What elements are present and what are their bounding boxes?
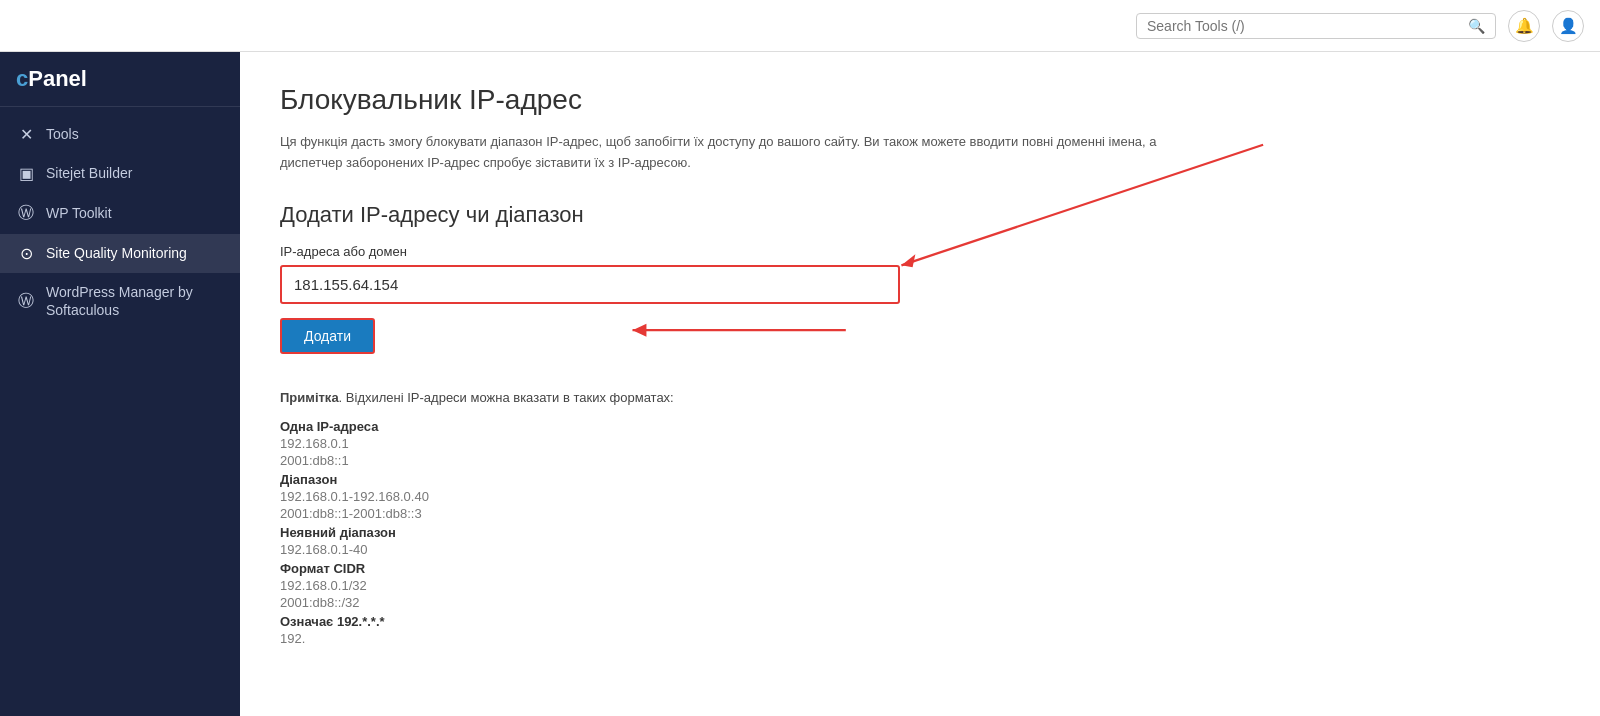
search-bar[interactable]: 🔍 <box>1136 13 1496 39</box>
format-cidr-ex1: 192.168.0.1/32 <box>280 578 1560 593</box>
main-content: Блокувальник IP-адрес Ця функція дасть з… <box>240 52 1600 716</box>
site-quality-icon: ⊙ <box>16 244 36 263</box>
sitejet-icon: ▣ <box>16 164 36 183</box>
add-button[interactable]: Додати <box>280 318 375 354</box>
format-wildcard: Означає 192.*.*.* 192. <box>280 614 1560 646</box>
format-single-ip-title: Одна IP-адреса <box>280 419 1560 434</box>
user-icon: 👤 <box>1559 17 1578 35</box>
tools-icon: ✕ <box>16 125 36 144</box>
wp-toolkit-icon: Ⓦ <box>16 203 36 224</box>
add-button-container: Додати <box>280 318 1560 372</box>
format-single-ip-ex2: 2001:db8::1 <box>280 453 1560 468</box>
format-single-ip: Одна IP-адреса 192.168.0.1 2001:db8::1 <box>280 419 1560 468</box>
search-input[interactable] <box>1147 18 1464 34</box>
field-label: IP-адреса або домен <box>280 244 1560 259</box>
format-cidr-title: Формат CIDR <box>280 561 1560 576</box>
sidebar-item-site-quality[interactable]: ⊙ Site Quality Monitoring <box>0 234 240 273</box>
sidebar: cPanel ✕ Tools ▣ Sitejet Builder Ⓦ WP To… <box>0 52 240 716</box>
sidebar-item-wordpress-manager[interactable]: Ⓦ WordPress Manager by Softaculous <box>0 273 240 329</box>
layout: cPanel ✕ Tools ▣ Sitejet Builder Ⓦ WP To… <box>0 52 1600 716</box>
header-icons: 🔔 👤 <box>1508 10 1584 42</box>
sidebar-item-sitejet[interactable]: ▣ Sitejet Builder <box>0 154 240 193</box>
sidebar-item-sitejet-label: Sitejet Builder <box>46 164 132 182</box>
page-title: Блокувальник IP-адрес <box>280 84 1560 116</box>
logo: cPanel <box>0 52 240 107</box>
wordpress-manager-icon: Ⓦ <box>16 291 36 312</box>
ip-input[interactable] <box>280 265 900 304</box>
sidebar-item-site-quality-label: Site Quality Monitoring <box>46 244 187 262</box>
header: 🔍 🔔 👤 <box>0 0 1600 52</box>
note-body: . Відхилені IP-адреси можна вказати в та… <box>339 390 674 405</box>
user-button[interactable]: 👤 <box>1552 10 1584 42</box>
sidebar-item-wordpress-manager-label: WordPress Manager by Softaculous <box>46 283 224 319</box>
sidebar-item-tools-label: Tools <box>46 125 79 143</box>
format-implicit-range-ex1: 192.168.0.1-40 <box>280 542 1560 557</box>
page-description: Ця функція дасть змогу блокувати діапазо… <box>280 132 1180 174</box>
note-prefix: Примітка <box>280 390 339 405</box>
format-range: Діапазон 192.168.0.1-192.168.0.40 2001:d… <box>280 472 1560 521</box>
ip-input-wrapper <box>280 265 900 304</box>
notification-button[interactable]: 🔔 <box>1508 10 1540 42</box>
format-range-ex1: 192.168.0.1-192.168.0.40 <box>280 489 1560 504</box>
note-text: Примітка. Відхилені IP-адреси можна вказ… <box>280 390 1560 405</box>
sidebar-item-tools[interactable]: ✕ Tools <box>0 115 240 154</box>
format-wildcard-title: Означає 192.*.*.* <box>280 614 1560 629</box>
sidebar-item-wp-toolkit[interactable]: Ⓦ WP Toolkit <box>0 193 240 234</box>
format-cidr-ex2: 2001:db8::/32 <box>280 595 1560 610</box>
format-implicit-range: Неявний діапазон 192.168.0.1-40 <box>280 525 1560 557</box>
sidebar-item-wp-toolkit-label: WP Toolkit <box>46 204 112 222</box>
format-cidr: Формат CIDR 192.168.0.1/32 2001:db8::/32 <box>280 561 1560 610</box>
bell-icon: 🔔 <box>1515 17 1534 35</box>
format-single-ip-ex1: 192.168.0.1 <box>280 436 1560 451</box>
format-range-title: Діапазон <box>280 472 1560 487</box>
logo-text: cPanel <box>16 66 87 91</box>
format-wildcard-ex1: 192. <box>280 631 1560 646</box>
format-range-ex2: 2001:db8::1-2001:db8::3 <box>280 506 1560 521</box>
sidebar-nav: ✕ Tools ▣ Sitejet Builder Ⓦ WP Toolkit ⊙… <box>0 107 240 337</box>
search-icon: 🔍 <box>1468 18 1485 34</box>
section-title: Додати IP-адресу чи діапазон <box>280 202 1560 228</box>
format-implicit-range-title: Неявний діапазон <box>280 525 1560 540</box>
